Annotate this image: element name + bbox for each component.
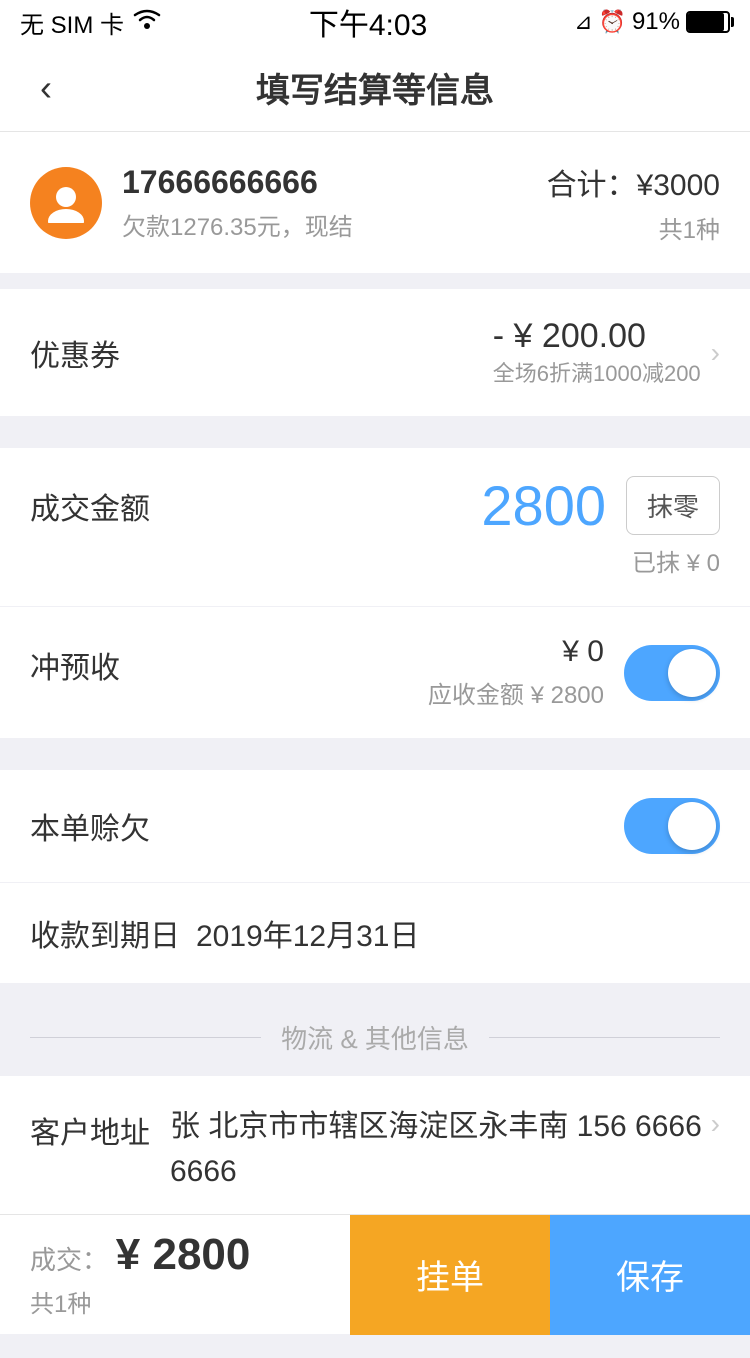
- status-right: ⊿ ⏰ 91%: [574, 8, 730, 36]
- summary-amount: ¥ 2800: [116, 1230, 251, 1279]
- main-content: 17666666666 欠款1276.35元，现结 合计：¥3000 共1种 优…: [0, 132, 750, 1358]
- carrier-text: 无 SIM 卡: [20, 5, 124, 40]
- divider-left-line: [30, 1037, 261, 1038]
- chevron-right-icon: ›: [711, 337, 720, 369]
- alarm-icon: ⏰: [599, 9, 626, 35]
- time-display: 下午4:03: [309, 0, 427, 44]
- duedate-value: 2019年12月31日: [196, 911, 419, 955]
- debit-label: 本单赊欠: [30, 804, 150, 848]
- prepay-section: 冲预收 ¥ 0 应收金额 ¥ 2800: [0, 606, 750, 738]
- page-title: 填写结算等信息: [256, 63, 494, 112]
- status-left: 无 SIM 卡: [20, 5, 162, 40]
- location-icon: ⊿: [574, 9, 592, 35]
- customer-phone: 17666666666: [122, 164, 353, 201]
- address-chevron-icon: ›: [711, 1104, 720, 1140]
- avatar: [30, 167, 102, 239]
- nav-bar: ‹ 填写结算等信息: [0, 44, 750, 132]
- prepay-toggle[interactable]: [624, 645, 720, 701]
- bottom-bar: 成交： ¥ 2800 共1种 挂单 保存: [0, 1214, 750, 1334]
- divider-right-line: [489, 1037, 720, 1038]
- coupon-label: 优惠券: [30, 331, 120, 375]
- prepay-amount: ¥ 0: [428, 635, 604, 669]
- toggle-knob: [668, 649, 716, 697]
- customer-card: 17666666666 欠款1276.35元，现结 合计：¥3000 共1种: [0, 132, 750, 273]
- total-amount: 合计：¥3000: [547, 160, 720, 204]
- address-section[interactable]: 客户地址 张 北京市市辖区海淀区永丰南 156 6666 6666 ›: [0, 1076, 750, 1222]
- customer-debt: 欠款1276.35元，现结: [122, 207, 353, 242]
- round-button[interactable]: 抹零: [626, 476, 720, 535]
- summary-count: 共1种: [30, 1284, 320, 1319]
- coupon-discount: - ¥ 200.00: [493, 317, 701, 356]
- section-separator-2: [0, 738, 750, 754]
- deal-amount-label: 成交金额: [30, 484, 150, 528]
- debit-section: 本单赊欠: [0, 770, 750, 882]
- duedate-label: 收款到期日: [30, 911, 180, 955]
- save-button[interactable]: 保存: [550, 1215, 750, 1335]
- section-separator-1: [0, 432, 750, 448]
- coupon-description: 全场6折满1000减200: [493, 356, 701, 388]
- divider-label: 物流 & 其他信息: [281, 1019, 469, 1056]
- prepay-receivable: 应收金额 ¥ 2800: [428, 675, 604, 710]
- total-count: 共1种: [547, 210, 720, 245]
- battery-icon: [686, 11, 730, 33]
- wifi-icon: [132, 8, 162, 37]
- deal-amount-section: 成交金额 2800 抹零 已抹 ¥ 0: [0, 448, 750, 606]
- bottom-summary: 成交： ¥ 2800 共1种: [0, 1230, 350, 1319]
- hold-button[interactable]: 挂单: [350, 1215, 550, 1335]
- deal-sub-text: 已抹 ¥ 0: [30, 543, 720, 578]
- prepay-label: 冲预收: [30, 635, 120, 687]
- duedate-section: 收款到期日 2019年12月31日: [0, 883, 750, 983]
- logistics-divider: 物流 & 其他信息: [0, 999, 750, 1076]
- battery-percent: 91%: [632, 8, 680, 36]
- summary-deal-label: 成交：: [30, 1245, 108, 1275]
- deal-amount-value: 2800: [481, 478, 606, 534]
- coupon-row[interactable]: 优惠券 - ¥ 200.00 全场6折满1000减200 ›: [0, 289, 750, 416]
- debit-toggle-knob: [668, 802, 716, 850]
- status-bar: 无 SIM 卡 下午4:03 ⊿ ⏰ 91%: [0, 0, 750, 44]
- debit-toggle[interactable]: [624, 798, 720, 854]
- back-button[interactable]: ‹: [30, 57, 62, 119]
- address-label: 客户地址: [30, 1104, 150, 1152]
- address-value: 张 北京市市辖区海淀区永丰南 156 6666 6666: [170, 1104, 711, 1194]
